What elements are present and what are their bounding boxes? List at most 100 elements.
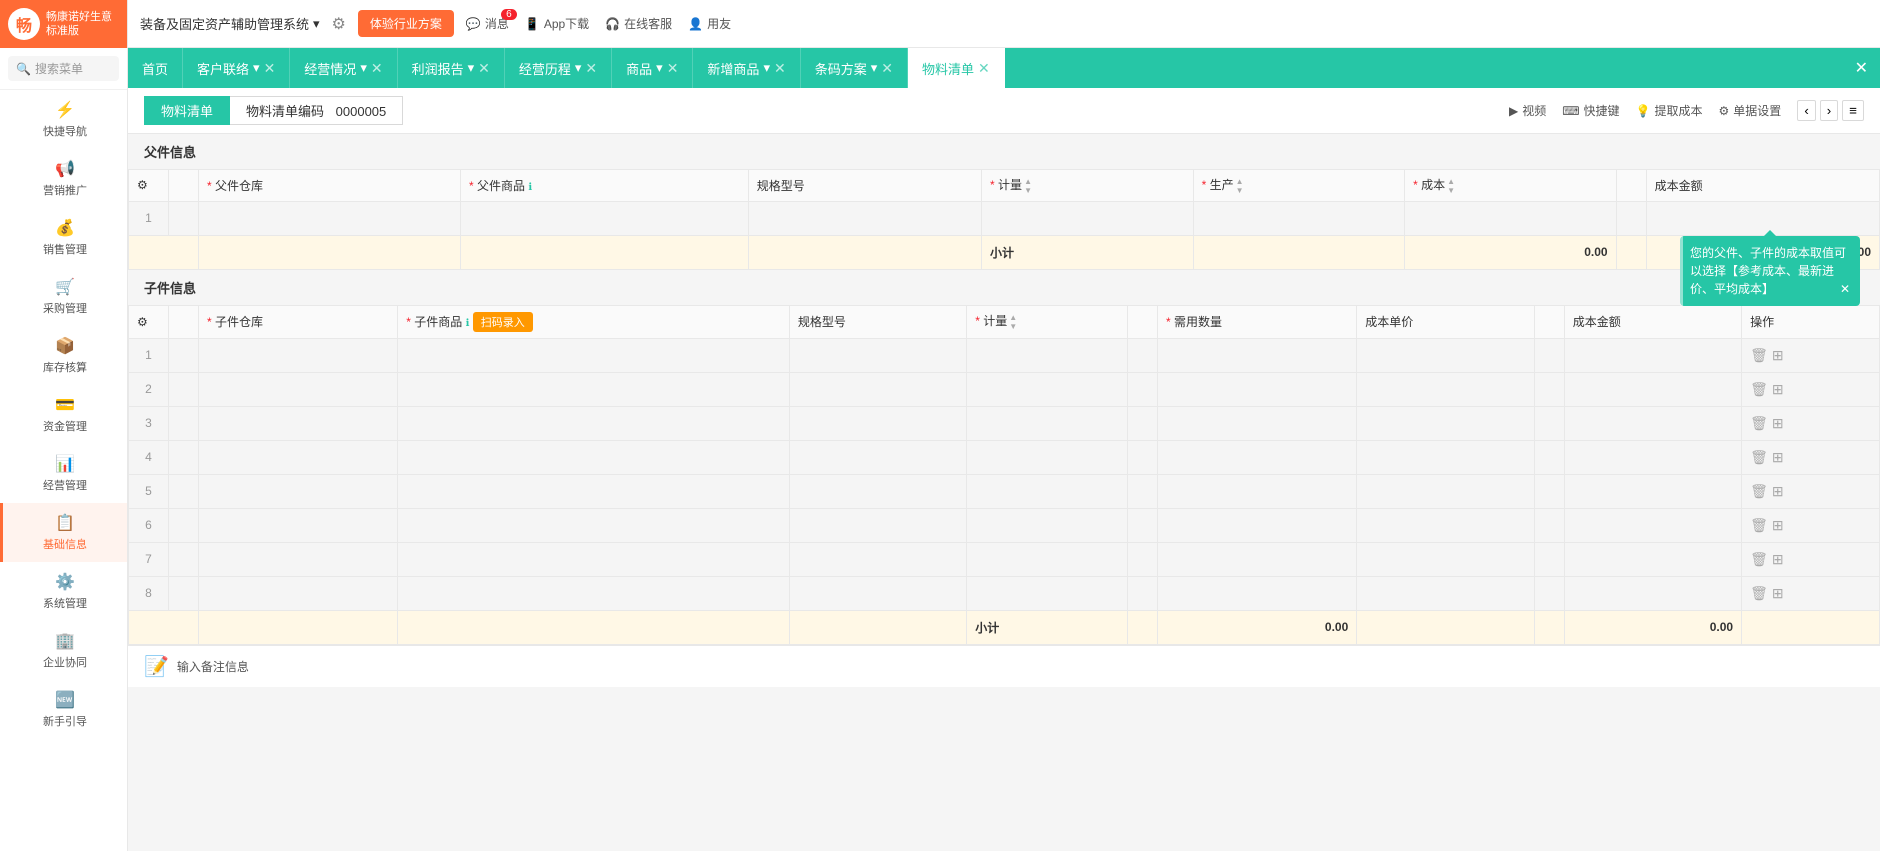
sidebar-item-enterprise[interactable]: 🏢 企业协同 bbox=[0, 621, 127, 680]
child-row-6-unit-cost[interactable] bbox=[1357, 508, 1534, 542]
scan-input-button[interactable]: 扫码录入 bbox=[473, 312, 533, 332]
copy-icon-row-8[interactable]: ⊞ bbox=[1772, 585, 1784, 602]
child-row-2-spec[interactable] bbox=[789, 372, 966, 406]
tab-customer[interactable]: 客户联络 ▾ ✕ bbox=[183, 48, 290, 88]
child-row-4-goods[interactable] bbox=[398, 440, 790, 474]
child-row-4-unit[interactable] bbox=[967, 440, 1128, 474]
delete-icon-row-7[interactable]: 🗑 bbox=[1750, 551, 1768, 568]
tab-bom-close[interactable]: ✕ bbox=[978, 60, 990, 77]
parent-row-1-goods[interactable] bbox=[461, 201, 749, 235]
sub-tab-bom-list[interactable]: 物料清单 bbox=[144, 96, 230, 125]
child-row-6-spec[interactable] bbox=[789, 508, 966, 542]
sidebar-item-guide[interactable]: 🆕 新手引导 bbox=[0, 680, 127, 739]
tab-barcode-close[interactable]: ✕ bbox=[881, 60, 893, 77]
tab-new-goods[interactable]: 新增商品 ▾ ✕ bbox=[693, 48, 800, 88]
delete-icon-row-8[interactable]: 🗑 bbox=[1750, 585, 1768, 602]
tab-history[interactable]: 经营历程 ▾ ✕ bbox=[505, 48, 612, 88]
tab-history-close[interactable]: ✕ bbox=[585, 60, 597, 77]
delete-icon-row-1[interactable]: 🗑 bbox=[1750, 347, 1768, 364]
system-title-dropdown[interactable]: 装备及固定资产辅助管理系统 ▾ bbox=[140, 14, 320, 33]
tab-goods[interactable]: 商品 ▾ ✕ bbox=[612, 48, 693, 88]
parent-row-1-production[interactable] bbox=[1193, 201, 1405, 235]
child-row-2-quantity[interactable] bbox=[1158, 372, 1357, 406]
child-row-1-unit-cost[interactable] bbox=[1357, 338, 1534, 372]
copy-icon-row-1[interactable]: ⊞ bbox=[1772, 347, 1784, 364]
delete-icon-row-5[interactable]: 🗑 bbox=[1750, 483, 1768, 500]
copy-icon-row-6[interactable]: ⊞ bbox=[1772, 517, 1784, 534]
tab-goods-close[interactable]: ✕ bbox=[667, 60, 679, 77]
child-row-7-unit-cost[interactable] bbox=[1357, 542, 1534, 576]
search-input[interactable]: 🔍 搜索菜单 bbox=[8, 56, 119, 81]
sidebar-search-area[interactable]: 🔍 搜索菜单 bbox=[0, 48, 127, 90]
tabs-close-all-btn[interactable]: ✕ bbox=[1843, 58, 1880, 78]
child-row-7-quantity[interactable] bbox=[1158, 542, 1357, 576]
child-row-2-unit[interactable] bbox=[967, 372, 1128, 406]
tab-home[interactable]: 首页 bbox=[128, 48, 183, 88]
child-row-2-warehouse[interactable] bbox=[199, 372, 398, 406]
copy-icon-row-4[interactable]: ⊞ bbox=[1772, 449, 1784, 466]
sidebar-item-finance[interactable]: 💳 资金管理 bbox=[0, 385, 127, 444]
copy-icon-row-3[interactable]: ⊞ bbox=[1772, 415, 1784, 432]
delete-icon-row-2[interactable]: 🗑 bbox=[1750, 381, 1768, 398]
app-download-action[interactable]: 📱 App下载 bbox=[525, 15, 589, 32]
copy-icon-row-5[interactable]: ⊞ bbox=[1772, 483, 1784, 500]
child-row-5-goods[interactable] bbox=[398, 474, 790, 508]
child-row-3-quantity[interactable] bbox=[1158, 406, 1357, 440]
delete-icon-row-6[interactable]: 🗑 bbox=[1750, 517, 1768, 534]
child-row-7-warehouse[interactable] bbox=[199, 542, 398, 576]
child-row-5-unit[interactable] bbox=[967, 474, 1128, 508]
child-row-8-spec[interactable] bbox=[789, 576, 966, 610]
child-row-3-unit[interactable] bbox=[967, 406, 1128, 440]
child-row-2-goods[interactable] bbox=[398, 372, 790, 406]
sidebar-item-marketing[interactable]: 📢 营销推广 bbox=[0, 149, 127, 208]
action-view[interactable]: ▶ 视频 bbox=[1509, 102, 1546, 119]
child-row-6-warehouse[interactable] bbox=[199, 508, 398, 542]
prev-page-button[interactable]: ‹ bbox=[1797, 100, 1815, 121]
sidebar-item-inventory[interactable]: 📦 库存核算 bbox=[0, 326, 127, 385]
child-row-4-spec[interactable] bbox=[789, 440, 966, 474]
action-settings[interactable]: ⚙ 单据设置 bbox=[1719, 102, 1782, 119]
child-row-1-goods[interactable] bbox=[398, 338, 790, 372]
child-row-8-unit-cost[interactable] bbox=[1357, 576, 1534, 610]
next-page-button[interactable]: › bbox=[1820, 100, 1838, 121]
child-row-3-spec[interactable] bbox=[789, 406, 966, 440]
child-row-5-spec[interactable] bbox=[789, 474, 966, 508]
sidebar-item-system[interactable]: ⚙️ 系统管理 bbox=[0, 562, 127, 621]
child-row-6-goods[interactable] bbox=[398, 508, 790, 542]
child-row-1-spec[interactable] bbox=[789, 338, 966, 372]
tab-profit-close[interactable]: ✕ bbox=[478, 60, 490, 77]
delete-icon-row-4[interactable]: 🗑 bbox=[1750, 449, 1768, 466]
child-row-4-warehouse[interactable] bbox=[199, 440, 398, 474]
online-service-action[interactable]: 🎧 在线客服 bbox=[605, 15, 672, 32]
parent-row-1-unit[interactable] bbox=[982, 201, 1194, 235]
parent-col-settings[interactable]: ⚙ bbox=[129, 170, 169, 202]
sidebar-item-sales[interactable]: 💰 销售管理 bbox=[0, 208, 127, 267]
child-col-settings[interactable]: ⚙ bbox=[129, 305, 169, 338]
copy-icon-row-2[interactable]: ⊞ bbox=[1772, 381, 1784, 398]
trial-button[interactable]: 体验行业方案 bbox=[358, 10, 454, 37]
child-row-1-unit[interactable] bbox=[967, 338, 1128, 372]
tab-operation-close[interactable]: ✕ bbox=[371, 60, 383, 77]
tab-bom[interactable]: 物料清单 ✕ bbox=[908, 48, 1005, 88]
child-row-4-quantity[interactable] bbox=[1158, 440, 1357, 474]
child-row-3-goods[interactable] bbox=[398, 406, 790, 440]
parent-row-1-warehouse[interactable] bbox=[199, 201, 461, 235]
child-row-3-unit-cost[interactable] bbox=[1357, 406, 1534, 440]
child-row-1-warehouse[interactable] bbox=[199, 338, 398, 372]
child-row-4-unit-cost[interactable] bbox=[1357, 440, 1534, 474]
action-shortcut[interactable]: ⌨ 快捷键 bbox=[1562, 102, 1619, 119]
user-action[interactable]: 👤 用友 bbox=[688, 15, 731, 32]
child-row-5-unit-cost[interactable] bbox=[1357, 474, 1534, 508]
child-row-7-goods[interactable] bbox=[398, 542, 790, 576]
child-row-7-spec[interactable] bbox=[789, 542, 966, 576]
action-cost[interactable]: 💡 提取成本 bbox=[1636, 102, 1703, 119]
parent-row-1-cost[interactable] bbox=[1405, 201, 1617, 235]
child-row-2-unit-cost[interactable] bbox=[1357, 372, 1534, 406]
copy-icon-row-7[interactable]: ⊞ bbox=[1772, 551, 1784, 568]
child-row-1-quantity[interactable] bbox=[1158, 338, 1357, 372]
tooltip-close-button[interactable]: ✕ bbox=[1840, 280, 1850, 298]
tab-customer-close[interactable]: ✕ bbox=[264, 60, 276, 77]
child-row-8-warehouse[interactable] bbox=[199, 576, 398, 610]
delete-icon-row-3[interactable]: 🗑 bbox=[1750, 415, 1768, 432]
message-action[interactable]: 💬 消息 6 bbox=[466, 15, 509, 32]
